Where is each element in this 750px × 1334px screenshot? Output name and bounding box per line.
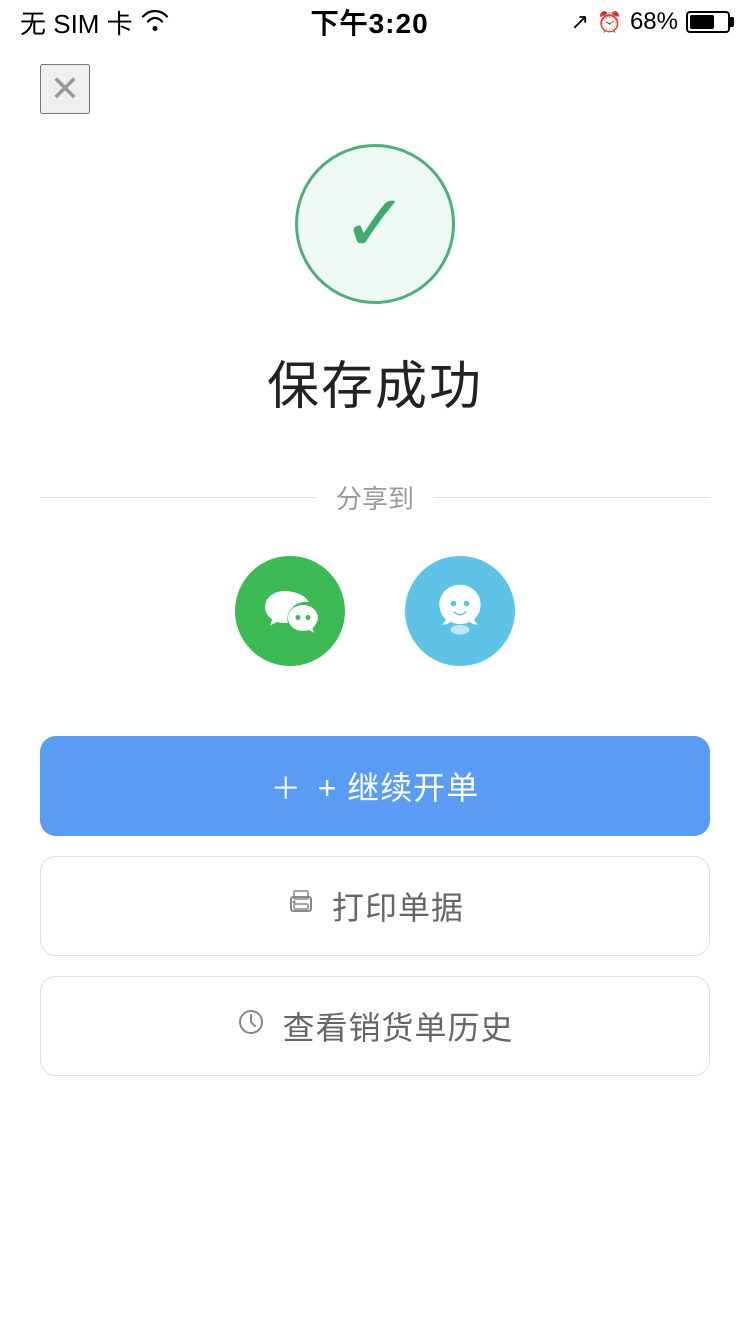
status-icons: ↗ ⏰ 68% xyxy=(571,8,730,36)
plus-icon: ＋ xyxy=(271,764,302,808)
print-label: 打印单据 xyxy=(332,883,464,929)
qq-icon xyxy=(430,581,490,641)
action-buttons: ＋ + 继续开单 打印单据 查看销货单历 xyxy=(40,736,710,1076)
share-icons-container xyxy=(235,556,515,666)
divider-line-left xyxy=(40,497,316,498)
location-icon: ↗ xyxy=(571,9,589,35)
status-carrier: 无 SIM 卡 xyxy=(20,4,169,41)
battery-icon xyxy=(686,11,730,33)
wechat-share-button[interactable] xyxy=(235,556,345,666)
print-icon xyxy=(286,887,316,925)
alarm-icon: ⏰ xyxy=(597,10,622,35)
status-time: 下午3:20 xyxy=(311,2,429,42)
close-button[interactable]: ✕ xyxy=(40,64,90,114)
main-content: ✕ ✓ 保存成功 分享到 xyxy=(0,44,750,1136)
divider-line-right xyxy=(434,497,710,498)
carrier-text: 无 SIM 卡 xyxy=(20,4,133,41)
continue-order-label: + 继续开单 xyxy=(318,763,480,809)
success-icon-circle: ✓ xyxy=(295,144,455,304)
history-button[interactable]: 查看销货单历史 xyxy=(40,976,710,1076)
battery-percent: 68% xyxy=(630,8,678,36)
wifi-icon xyxy=(141,7,169,38)
print-button[interactable]: 打印单据 xyxy=(40,856,710,956)
continue-order-button[interactable]: ＋ + 继续开单 xyxy=(40,736,710,836)
checkmark-icon: ✓ xyxy=(341,184,408,264)
status-bar: 无 SIM 卡 下午3:20 ↗ ⏰ 68% xyxy=(0,0,750,44)
history-label: 查看销货单历史 xyxy=(282,1003,513,1049)
share-label: 分享到 xyxy=(336,479,414,516)
share-divider: 分享到 xyxy=(40,479,710,516)
success-title: 保存成功 xyxy=(267,344,483,419)
close-icon: ✕ xyxy=(50,71,80,107)
wechat-icon xyxy=(258,579,322,643)
qq-share-button[interactable] xyxy=(405,556,515,666)
history-icon xyxy=(236,1007,266,1045)
